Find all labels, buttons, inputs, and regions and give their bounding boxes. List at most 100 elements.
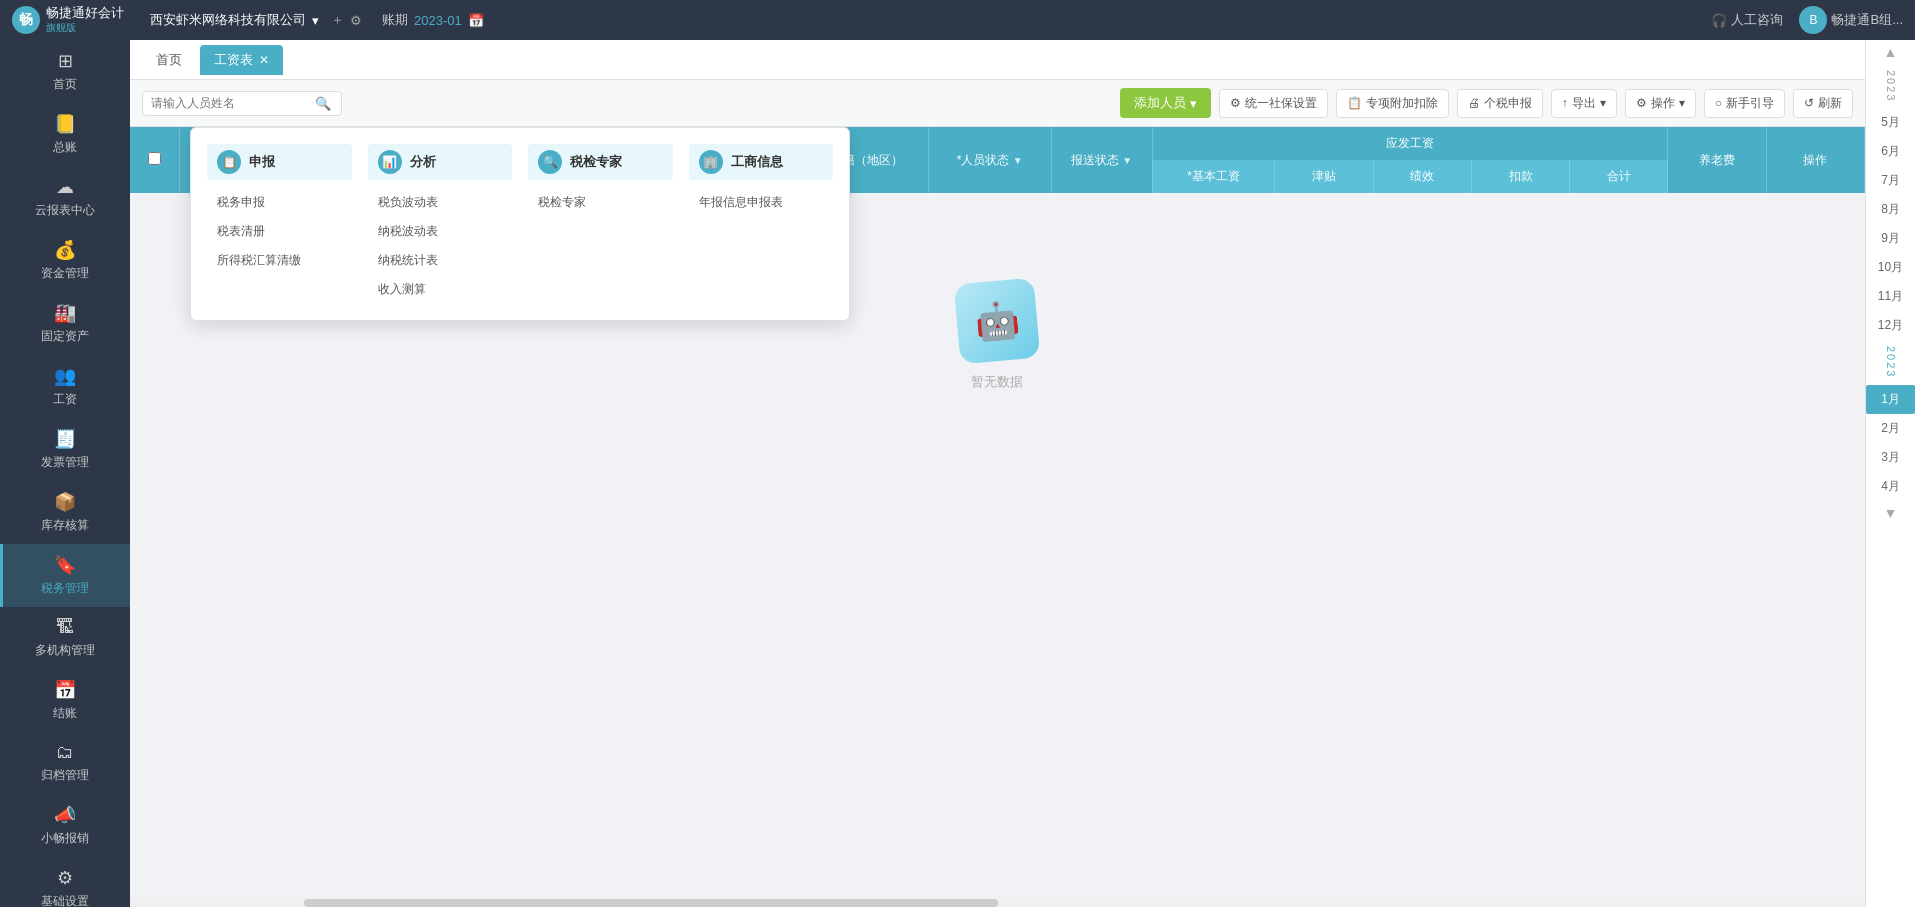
tab-payroll-label: 工资表 [214,51,253,69]
horizontal-scrollbar[interactable] [130,899,1865,907]
declare-item-tax-list[interactable]: 税表清册 [207,217,352,246]
support-button[interactable]: 🎧 人工咨询 [1711,11,1783,29]
search-wrap[interactable]: 🔍 [142,91,342,116]
company-selector[interactable]: 西安虾米网络科技有限公司 ▾ ＋ ⚙ [150,11,362,29]
select-all-checkbox[interactable] [148,152,161,165]
month-11[interactable]: 11月 [1866,282,1915,311]
sidebar-item-cloud-report[interactable]: ☁ 云报表中心 [0,166,130,229]
current-year-label: 2023 [1885,340,1897,384]
sidebar: ⊞ 首页 📒 总账 ☁ 云报表中心 💰 资金管理 🏭 固定资产 👥 工资 🧾 发… [0,40,130,907]
month-10[interactable]: 10月 [1866,253,1915,282]
business-section-header: 🏢 工商信息 [689,144,834,180]
month-1-current[interactable]: 1月 [1866,385,1915,414]
app-subtitle: 旗舰版 [46,21,124,35]
archive-icon: 🗂 [56,742,74,763]
sidebar-item-tax[interactable]: 🔖 税务管理 [0,544,130,607]
refresh-icon: ↺ [1804,96,1814,110]
social-icon: ⚙ [1230,96,1241,110]
user-menu[interactable]: B 畅捷通B组... [1799,6,1903,34]
export-button[interactable]: ↑ 导出 ▾ [1551,89,1617,118]
month-9[interactable]: 9月 [1866,224,1915,253]
add-dropdown-icon[interactable]: ▾ [1190,96,1197,111]
table-container: 工号 ↕ *姓名 *部门 *证据类型 *证据号码 国籍（地区） *人员状态 ▼ … [130,127,1865,907]
month-8[interactable]: 8月 [1866,195,1915,224]
sidebar-item-settings[interactable]: ⚙ 基础设置 [0,857,130,907]
social-label: 统一社保设置 [1245,95,1317,112]
analyze-item-tax-movement[interactable]: 纳税波动表 [368,217,513,246]
calendar-down-arrow[interactable]: ▼ [1879,501,1903,525]
sidebar-label-tax: 税务管理 [41,580,89,597]
search-icon[interactable]: 🔍 [315,96,331,111]
tab-payroll-close[interactable]: ✕ [259,53,269,67]
add-company-icon[interactable]: ＋ [331,11,344,29]
search-input[interactable] [151,96,311,110]
tab-home[interactable]: 首页 [142,45,196,75]
report-icon: 📣 [54,804,76,826]
sidebar-item-invoice[interactable]: 🧾 发票管理 [0,418,130,481]
sidebar-label-ledger: 总账 [53,139,77,156]
sidebar-label-close: 结账 [53,705,77,722]
sidebar-item-payroll[interactable]: 👥 工资 [0,355,130,418]
month-6[interactable]: 6月 [1866,137,1915,166]
sidebar-item-fund[interactable]: 💰 资金管理 [0,229,130,292]
period-label: 账期 [382,11,408,29]
business-item-annual[interactable]: 年报信息申报表 [689,188,834,217]
month-2-current[interactable]: 2月 [1866,414,1915,443]
dropdown-section-business: 🏢 工商信息 年报信息申报表 [689,144,834,304]
sidebar-item-close[interactable]: 📅 结账 [0,669,130,732]
declare-item-income-tax[interactable]: 所得税汇算清缴 [207,246,352,275]
assets-icon: 🏭 [54,302,76,324]
sidebar-item-report[interactable]: 📣 小畅报销 [0,794,130,857]
th-checkbox[interactable] [130,127,179,193]
sidebar-label-inventory: 库存核算 [41,517,89,534]
period-selector[interactable]: 账期 2023-01 📅 [382,11,484,29]
inventory-icon: 📦 [54,491,76,513]
analyze-item-tax-burden[interactable]: 税负波动表 [368,188,513,217]
sidebar-item-home[interactable]: ⊞ 首页 [0,40,130,103]
sidebar-item-archive[interactable]: 🗂 归档管理 [0,732,130,794]
month-3-current[interactable]: 3月 [1866,443,1915,472]
company-settings-icon[interactable]: ⚙ [350,13,362,28]
period-calendar-icon[interactable]: 📅 [468,13,484,28]
month-5[interactable]: 5月 [1866,108,1915,137]
report-filter-icon[interactable]: ▼ [1122,155,1132,166]
tax-expert-item[interactable]: 税检专家 [528,188,673,217]
dropdown-section-tax-expert: 🔍 税检专家 税检专家 [528,144,673,304]
month-7[interactable]: 7月 [1866,166,1915,195]
guide-button[interactable]: ○ 新手引导 [1704,89,1785,118]
tax-expert-section-header: 🔍 税检专家 [528,144,673,180]
sidebar-item-inventory[interactable]: 📦 库存核算 [0,481,130,544]
th-salary-group: 应发工资 [1152,127,1668,160]
top-bar-right: 🎧 人工咨询 B 畅捷通B组... [1711,6,1903,34]
multi-org-icon: 🏗 [56,617,74,638]
month-4-current[interactable]: 4月 [1866,472,1915,501]
sidebar-item-fixed-assets[interactable]: 🏭 固定资产 [0,292,130,355]
operate-dropdown-icon[interactable]: ▾ [1679,96,1685,110]
calendar-up-arrow[interactable]: ▲ [1879,40,1903,64]
analyze-label: 分析 [410,153,436,171]
sidebar-label-archive: 归档管理 [41,767,89,784]
tax-report-button[interactable]: 🖨 个税申报 [1457,89,1543,118]
special-label: 专项附加扣除 [1366,95,1438,112]
tax-expert-label: 税检专家 [570,153,622,171]
analyze-item-income-calc[interactable]: 收入测算 [368,275,513,304]
refresh-button[interactable]: ↺ 刷新 [1793,89,1853,118]
social-insurance-button[interactable]: ⚙ 统一社保设置 [1219,89,1328,118]
tab-bar: 首页 工资表 ✕ [130,40,1865,80]
user-label: 畅捷通B组... [1831,11,1903,29]
invoice-icon: 🧾 [54,428,76,450]
analyze-item-tax-stats[interactable]: 纳税统计表 [368,246,513,275]
add-employee-button[interactable]: 添加人员 ▾ [1120,88,1211,118]
month-12[interactable]: 12月 [1866,311,1915,340]
export-dropdown-icon[interactable]: ▾ [1600,96,1606,110]
status-filter-icon[interactable]: ▼ [1013,155,1023,166]
special-deduction-button[interactable]: 📋 专项附加扣除 [1336,89,1449,118]
company-dropdown-icon[interactable]: ▾ [312,13,319,28]
dropdown-grid: 📋 申报 税务申报 税表清册 所得税汇算清缴 📊 分析 税负波动表 [207,144,833,304]
declare-item-tax-report[interactable]: 税务申报 [207,188,352,217]
sidebar-item-multi-org[interactable]: 🏗 多机构管理 [0,607,130,669]
sidebar-item-general-ledger[interactable]: 📒 总账 [0,103,130,166]
tab-payroll[interactable]: 工资表 ✕ [200,45,283,75]
operate-button[interactable]: ⚙ 操作 ▾ [1625,89,1696,118]
close-books-icon: 📅 [54,679,76,701]
